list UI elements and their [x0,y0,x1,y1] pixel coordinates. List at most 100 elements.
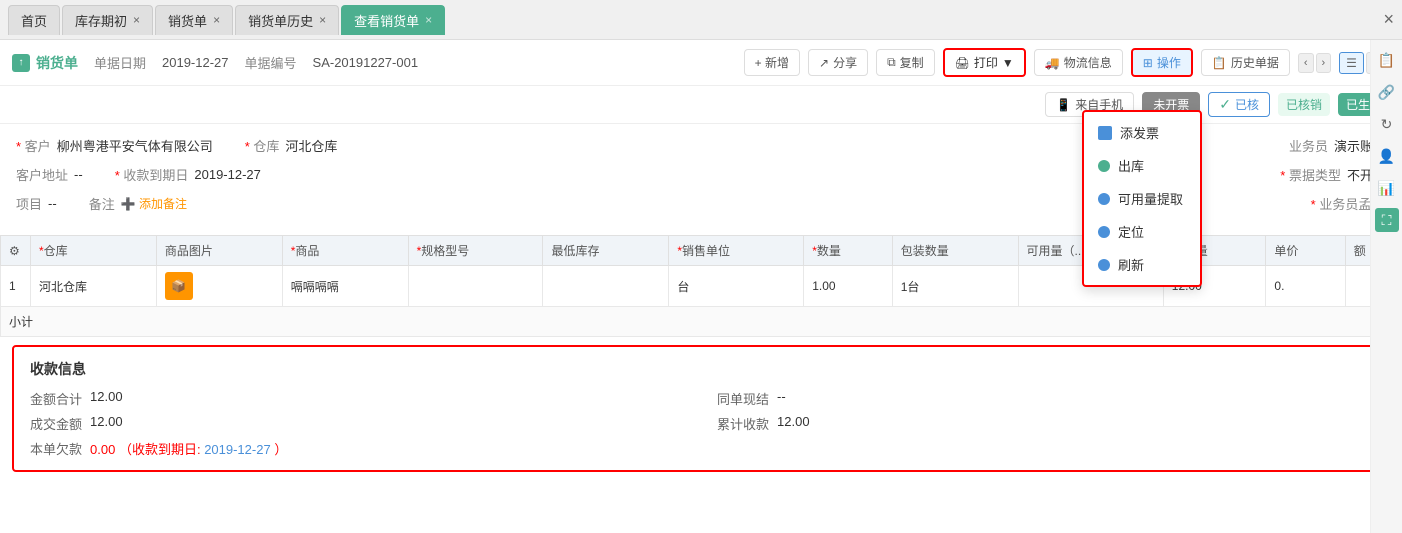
history-label: 历史单据 [1231,54,1279,71]
verify-button[interactable]: ✓ 已核 [1208,92,1270,117]
project-field: 项目 -- [16,194,57,213]
sidebar-icon-2[interactable]: 🔗 [1375,80,1399,104]
due-note-end: ） [274,442,287,457]
row-warehouse: 河北仓库 [31,266,157,307]
doc-title-label: 销货单 [36,53,78,73]
customer-field: 客户 柳州粤港平安气体有限公司 [16,136,213,155]
sidebar-icon-6[interactable]: ⛶ [1375,208,1399,232]
print-arrow: ▼ [1002,56,1014,70]
tab-sales-history[interactable]: 销货单历史 × [235,5,339,35]
share-label: 分享 [833,54,857,71]
row-quantity: 1.00 [804,266,892,307]
verify-label: 已核 [1235,96,1259,113]
tab-view-sales[interactable]: 查看销货单 × [341,5,445,35]
customer-value: 柳州粤港平安气体有限公司 [57,136,213,155]
payment-date-field: 收款到期日 2019-12-27 [115,165,261,184]
row-pack-qty: 1台 [892,266,1018,307]
refresh-icon [1098,259,1110,271]
col-unit-price: 单价 [1266,236,1345,266]
operator-label: 业务员 [1289,136,1328,155]
tab-inventory-init[interactable]: 库存期初 × [62,5,153,35]
main-content: ↑ 销货单 单据日期 2019-12-27 单据编号 SA-20191227-0… [0,40,1402,533]
location-icon [1098,226,1110,238]
history-button[interactable]: 📋 历史单据 [1201,49,1290,76]
status-sold-badge: 已核销 [1278,93,1330,116]
cumulative-collection-value: 12.00 [777,414,810,433]
available-qty-icon [1098,193,1110,205]
address-label: 客户地址 [16,165,68,184]
dropdown-location[interactable]: 定位 [1084,215,1200,248]
number-label: 单据编号 [245,53,297,72]
tab-sales-history-label: 销货单历史 [248,11,313,30]
tab-inventory-init-close[interactable]: × [133,13,140,27]
prev-button[interactable]: ‹ [1298,53,1314,73]
current-due-label: 本单欠款 [30,439,82,458]
row-num: 1 [1,266,31,307]
available-qty-label: 可用量提取 [1118,189,1183,208]
tab-sales-order-label: 销货单 [168,11,207,30]
print-label: 打印 [974,54,998,71]
date-label: 单据日期 [94,53,146,72]
col-pack-qty: 包装数量 [892,236,1018,266]
col-settings[interactable]: ⚙ [1,236,31,266]
operations-button[interactable]: ⊞ 操作 [1131,48,1193,77]
row-min-stock [543,266,669,307]
dropdown-add-invoice[interactable]: 添发票 [1084,116,1200,149]
tab-inventory-init-label: 库存期初 [75,11,127,30]
number-value: SA-20191227-001 [313,55,419,70]
dropdown-ship[interactable]: 出库 [1084,149,1200,182]
location-label: 定位 [1118,222,1144,241]
ship-icon [1098,160,1110,172]
logistics-button[interactable]: 🚚 物流信息 [1034,49,1123,76]
refresh-label: 刷新 [1118,255,1144,274]
list-view-button[interactable]: ☰ [1339,52,1364,74]
warehouse-label: 仓库 [245,136,280,155]
row-spec [408,266,543,307]
doc-meta: 单据日期 2019-12-27 单据编号 SA-20191227-001 [94,53,418,72]
dropdown-available-qty[interactable]: 可用量提取 [1084,182,1200,215]
doc-title: ↑ 销货单 [12,53,78,73]
sidebar-icon-3[interactable]: ↻ [1375,112,1399,136]
tab-home-label: 首页 [21,11,47,30]
customer-label: 客户 [16,136,51,155]
print-button[interactable]: 🖨 打印 ▼ [943,48,1026,77]
copy-icon: ⧉ [887,55,896,70]
subtotal-label: 小计 [1,307,1402,337]
project-value: -- [48,196,57,211]
share-button[interactable]: ↗ 分享 [808,49,868,76]
tab-sales-order-close[interactable]: × [213,13,220,27]
due-note: （收款到期日: [119,442,204,457]
copy-button[interactable]: ⧉ 复制 [876,49,935,76]
add-note-button[interactable]: ➕ 添加备注 [121,195,187,212]
tab-view-sales-close[interactable]: × [425,13,432,27]
salesperson-label: 业务员孟 [1311,194,1372,213]
tab-sales-order[interactable]: 销货单 × [155,5,233,35]
cumulative-collection-label: 累计收款 [717,414,769,433]
tab-view-sales-label: 查看销货单 [354,11,419,30]
transaction-amount-value: 12.00 [90,414,123,433]
col-sales-unit: *销售单位 [669,236,804,266]
sidebar-icon-1[interactable]: 📋 [1375,48,1399,72]
total-amount-value: 12.00 [90,389,123,408]
logistics-label: 物流信息 [1064,54,1112,71]
logistics-icon: 🚚 [1045,56,1060,70]
row-sales-unit: 台 [669,266,804,307]
next-button[interactable]: › [1316,53,1332,73]
payment-title: 收款信息 [30,359,1372,379]
doc-title-icon: ↑ [12,54,30,72]
sidebar-icon-4[interactable]: 👤 [1375,144,1399,168]
row-product-img: 📦 [156,266,282,307]
new-button[interactable]: + 新增 [744,49,800,76]
tab-home[interactable]: 首页 [8,5,60,35]
warehouse-field: 仓库 河北仓库 [245,136,338,155]
transaction-amount-row: 成交金额 12.00 [30,414,685,433]
tab-sales-history-close[interactable]: × [319,13,326,27]
window-close-icon[interactable]: × [1383,9,1394,30]
payment-grid: 金额合计 12.00 同单现结 -- 成交金额 12.00 累计收款 12.00… [30,389,1372,458]
operations-label: 操作 [1157,54,1181,71]
sidebar-icon-5[interactable]: 📊 [1375,176,1399,200]
ship-label: 出库 [1118,156,1144,175]
dropdown-refresh[interactable]: 刷新 [1084,248,1200,281]
product-image: 📦 [165,272,193,300]
total-amount-row: 金额合计 12.00 [30,389,685,408]
